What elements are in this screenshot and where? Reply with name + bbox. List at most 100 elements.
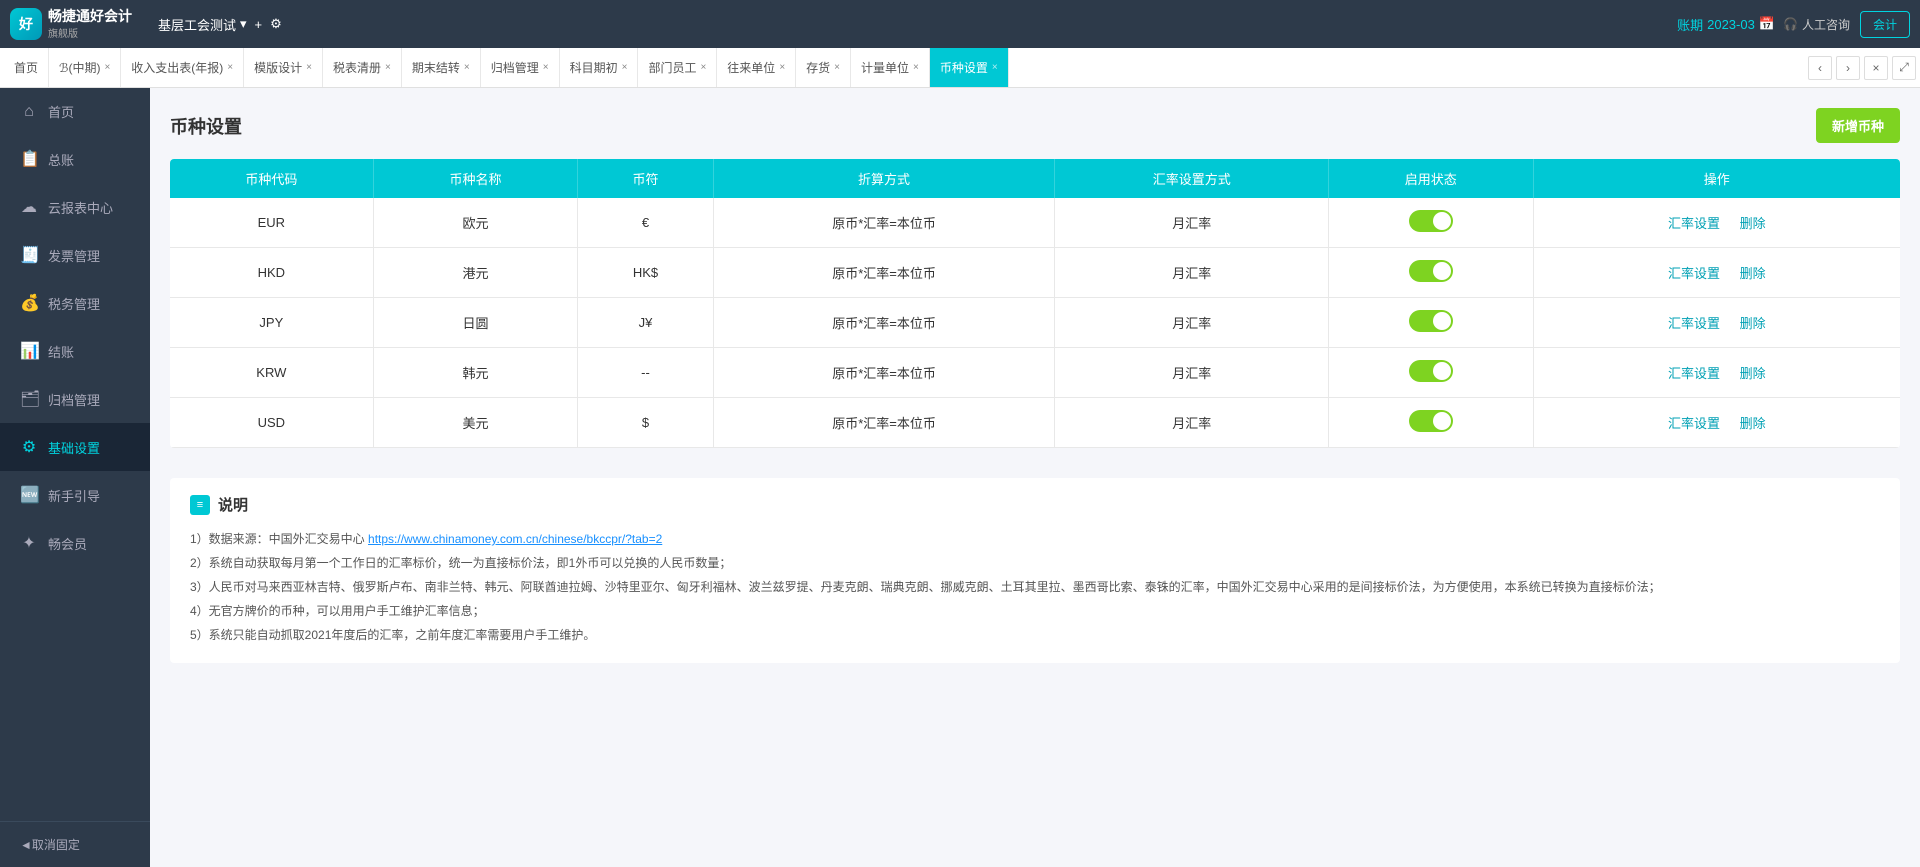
member-icon: ✦ xyxy=(20,533,38,553)
tab-template[interactable]: 模版设计 × xyxy=(244,48,323,88)
toggle-switch[interactable] xyxy=(1409,360,1453,382)
project-selector[interactable]: 基层工会测试 ▾ + ⚙ xyxy=(158,15,1669,34)
tab-balance[interactable]: ℬ(中期) × xyxy=(49,48,121,88)
note-section: ≡ 说明 1）数据来源：中国外汇交易中心 https://www.chinamo… xyxy=(170,478,1900,663)
tab-maximize-button[interactable]: ⤢ xyxy=(1892,56,1916,80)
tab-unit[interactable]: 计量单位 × xyxy=(851,48,930,88)
sidebar-item-reports[interactable]: ☁ 云报表中心 xyxy=(0,183,150,231)
cell-actions: 汇率设置 删除 xyxy=(1533,248,1900,298)
tab-closing-close[interactable]: × xyxy=(464,62,470,73)
sidebar-item-member[interactable]: ✦ 畅会员 xyxy=(0,519,150,567)
tab-balance-close[interactable]: × xyxy=(104,62,110,73)
rate-setting-link[interactable]: 汇率设置 xyxy=(1668,216,1720,231)
rate-setting-link[interactable]: 汇率设置 xyxy=(1668,366,1720,381)
delete-link[interactable]: 删除 xyxy=(1740,316,1766,331)
tab-close-all-button[interactable]: × xyxy=(1864,56,1888,80)
tab-inventory-close[interactable]: × xyxy=(834,62,840,73)
toggle-switch[interactable] xyxy=(1409,310,1453,332)
sidebar-invoice-label: 发票管理 xyxy=(48,246,100,265)
tab-closing[interactable]: 期末结转 × xyxy=(402,48,481,88)
sidebar-item-guide[interactable]: 🆕 新手引导 xyxy=(0,471,150,519)
add-icon[interactable]: + xyxy=(255,17,263,32)
cell-toggle[interactable] xyxy=(1329,348,1534,398)
delete-link[interactable]: 删除 xyxy=(1740,416,1766,431)
sidebar-collapse-button[interactable]: ◄取消固定 xyxy=(0,821,150,867)
tab-currency-close[interactable]: × xyxy=(992,62,998,73)
note-link[interactable]: https://www.chinamoney.com.cn/chinese/bk… xyxy=(368,532,662,546)
top-bar: 好 畅捷通好会计 旗舰版 基层工会测试 ▾ + ⚙ 账期 2023-03 📅 🎧… xyxy=(0,0,1920,48)
content-area: 币种设置 新增币种 币种代码 币种名称 币符 折算方式 汇率设置方式 启用状态 … xyxy=(150,88,1920,867)
tab-home[interactable]: 首页 xyxy=(4,48,49,88)
cell-code: KRW xyxy=(170,348,373,398)
toggle-switch[interactable] xyxy=(1409,210,1453,232)
cell-actions: 汇率设置 删除 xyxy=(1533,198,1900,248)
cell-actions: 汇率设置 删除 xyxy=(1533,398,1900,448)
period-label: 账期 xyxy=(1677,15,1703,34)
tab-archive-close[interactable]: × xyxy=(543,62,549,73)
dropdown-icon: ▾ xyxy=(240,16,247,32)
sidebar-item-home[interactable]: ⌂ 首页 xyxy=(0,88,150,135)
settings-icon[interactable]: ⚙ xyxy=(270,16,282,32)
tab-inventory-label: 存货 xyxy=(806,59,830,76)
cell-rate-type: 月汇率 xyxy=(1055,248,1329,298)
tab-unit-close[interactable]: × xyxy=(913,62,919,73)
tab-tax[interactable]: 税表清册 × xyxy=(323,48,402,88)
sidebar-item-tax[interactable]: 💰 税务管理 xyxy=(0,279,150,327)
delete-link[interactable]: 删除 xyxy=(1740,366,1766,381)
rate-setting-link[interactable]: 汇率设置 xyxy=(1668,266,1720,281)
tab-next-button[interactable]: › xyxy=(1836,56,1860,80)
tab-income[interactable]: 收入支出表(年报) × xyxy=(121,48,244,88)
guide-icon: 🆕 xyxy=(20,485,38,505)
tab-template-label: 模版设计 xyxy=(254,59,302,76)
tab-currency[interactable]: 币种设置 × xyxy=(930,48,1009,88)
tab-subjects-close[interactable]: × xyxy=(622,62,628,73)
note-item: 3）人民币对马来西亚林吉特、俄罗斯卢布、南非兰特、韩元、阿联酋迪拉姆、沙特里亚尔… xyxy=(190,575,1880,599)
account-button[interactable]: 会计 xyxy=(1860,11,1910,38)
toggle-knob xyxy=(1433,312,1451,330)
tab-income-close[interactable]: × xyxy=(227,62,233,73)
cell-toggle[interactable] xyxy=(1329,248,1534,298)
collapse-label: ◄取消固定 xyxy=(20,836,80,853)
sidebar-item-settings[interactable]: ⚙ 基础设置 xyxy=(0,423,150,471)
tab-contacts-close[interactable]: × xyxy=(779,62,785,73)
currency-table: 币种代码 币种名称 币符 折算方式 汇率设置方式 启用状态 操作 EUR 欧元 … xyxy=(170,159,1900,448)
tab-dept-close[interactable]: × xyxy=(700,62,706,73)
sidebar-item-archive[interactable]: 🗂 归档管理 xyxy=(0,375,150,423)
toggle-switch[interactable] xyxy=(1409,410,1453,432)
table-row: KRW 韩元 -- 原币*汇率=本位币 月汇率 汇率设置 删除 xyxy=(170,348,1900,398)
tab-inventory[interactable]: 存货 × xyxy=(796,48,851,88)
cell-toggle[interactable] xyxy=(1329,398,1534,448)
tab-prev-button[interactable]: ‹ xyxy=(1808,56,1832,80)
cell-code: JPY xyxy=(170,298,373,348)
sidebar-item-ledger[interactable]: 📋 总账 xyxy=(0,135,150,183)
tab-subjects[interactable]: 科目期初 × xyxy=(560,48,639,88)
tab-navigation: ‹ › × ⤢ xyxy=(1808,56,1916,80)
calendar-icon[interactable]: 📅 xyxy=(1759,16,1775,32)
tab-unit-label: 计量单位 xyxy=(861,59,909,76)
delete-link[interactable]: 删除 xyxy=(1740,216,1766,231)
tab-template-close[interactable]: × xyxy=(306,62,312,73)
archive-icon: 🗂 xyxy=(20,389,38,409)
headset-icon: 🎧 xyxy=(1783,17,1798,31)
service-button[interactable]: 🎧 人工咨询 xyxy=(1783,16,1850,33)
col-rate-type: 汇率设置方式 xyxy=(1055,159,1329,198)
sidebar-item-checkout[interactable]: 📊 结账 xyxy=(0,327,150,375)
tab-archive[interactable]: 归档管理 × xyxy=(481,48,560,88)
tab-income-label: 收入支出表(年报) xyxy=(131,59,223,76)
cell-symbol: $ xyxy=(578,398,713,448)
toggle-switch[interactable] xyxy=(1409,260,1453,282)
rate-setting-link[interactable]: 汇率设置 xyxy=(1668,316,1720,331)
tab-contacts[interactable]: 往来单位 × xyxy=(717,48,796,88)
cell-calc: 原币*汇率=本位币 xyxy=(713,348,1055,398)
cell-rate-type: 月汇率 xyxy=(1055,198,1329,248)
cell-toggle[interactable] xyxy=(1329,198,1534,248)
delete-link[interactable]: 删除 xyxy=(1740,266,1766,281)
cell-toggle[interactable] xyxy=(1329,298,1534,348)
tab-tax-close[interactable]: × xyxy=(385,62,391,73)
cell-symbol: HK$ xyxy=(578,248,713,298)
tab-dept[interactable]: 部门员工 × xyxy=(638,48,717,88)
sidebar-item-invoice[interactable]: 🧾 发票管理 xyxy=(0,231,150,279)
sidebar-checkout-label: 结账 xyxy=(48,342,74,361)
new-currency-button[interactable]: 新增币种 xyxy=(1816,108,1900,143)
rate-setting-link[interactable]: 汇率设置 xyxy=(1668,416,1720,431)
